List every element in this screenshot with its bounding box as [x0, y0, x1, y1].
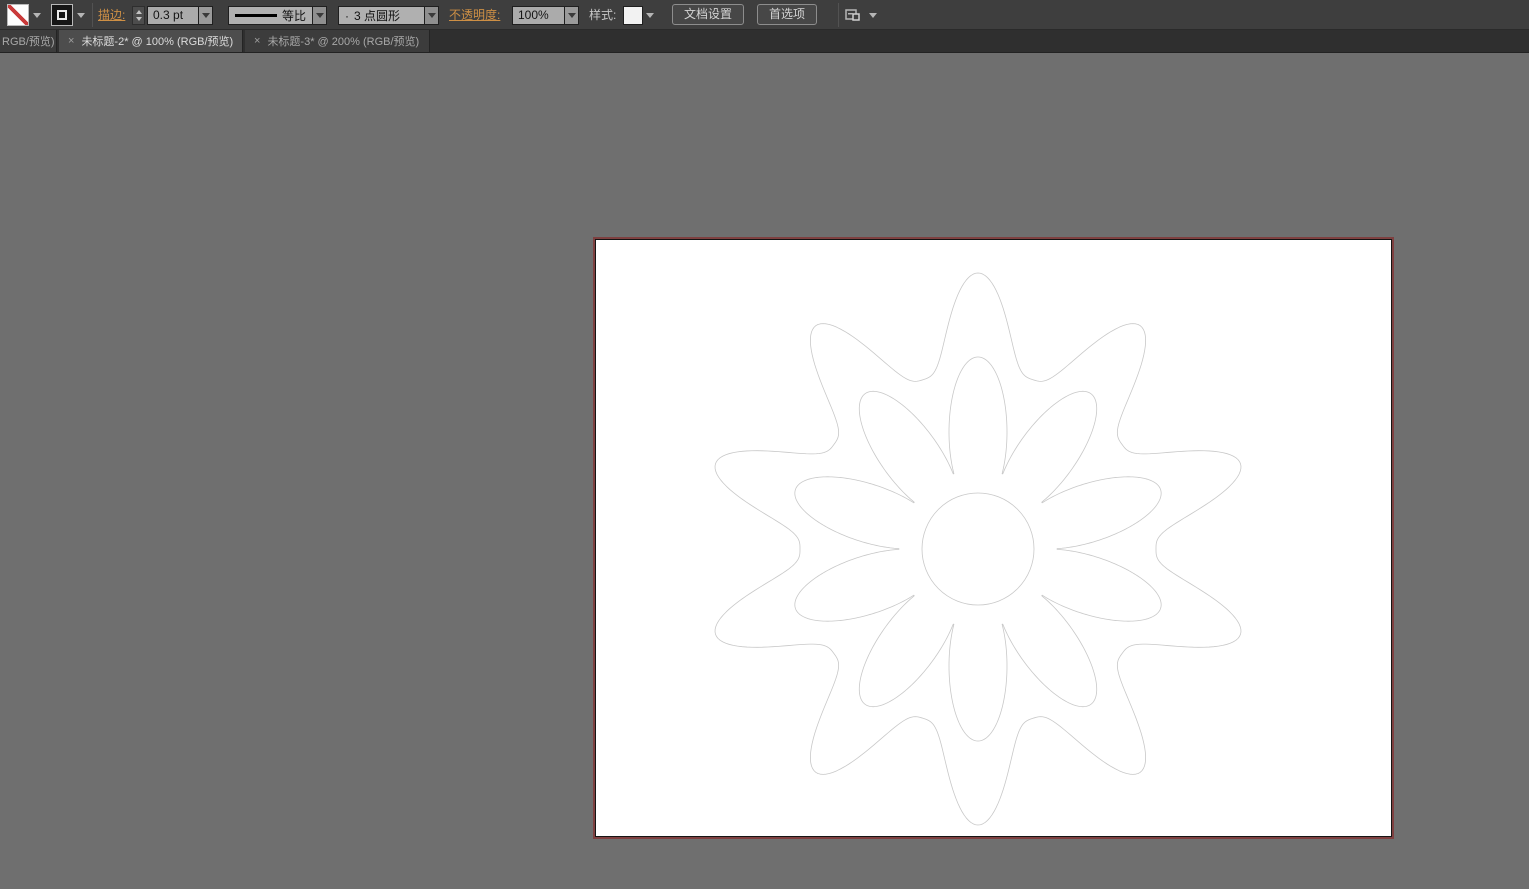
fill-color-swatch-none-icon[interactable]: [7, 4, 29, 26]
document-setup-button[interactable]: 文档设置: [672, 4, 744, 25]
tab-untitled-1-partial[interactable]: RGB/预览): [0, 30, 57, 52]
fill-color-dropdown[interactable]: [30, 4, 43, 26]
preferences-button[interactable]: 首选项: [757, 4, 817, 25]
flower-center-circle: [922, 493, 1034, 605]
stroke-ring-icon: [57, 10, 67, 20]
control-bar: 描边: 0.3 pt 等比 · 3 点圆形 不透明度: 100% 样式:: [0, 0, 1529, 30]
divider: [92, 3, 93, 27]
document-tab-bar: RGB/预览) × 未标题-2* @ 100% (RGB/预览) × 未标题-3…: [0, 30, 1529, 53]
pasteboard[interactable]: [0, 53, 1529, 889]
chevron-down-icon: [33, 13, 41, 18]
stroke-color-dropdown[interactable]: [74, 4, 87, 26]
style-label: 样式:: [589, 0, 616, 30]
tab-close-icon[interactable]: ×: [59, 35, 74, 47]
brush-definition-value: 3 点圆形: [354, 7, 400, 24]
stepper-down-icon[interactable]: [136, 17, 142, 21]
tab-label: RGB/预览): [2, 33, 55, 49]
graphic-style-swatch[interactable]: [623, 6, 643, 25]
tab-label: 未标题-2* @ 100% (RGB/预览): [81, 33, 233, 49]
stroke-panel-link[interactable]: 描边:: [98, 0, 125, 30]
stroke-width-dropdown[interactable]: [199, 6, 213, 25]
stepper-up-icon[interactable]: [136, 10, 142, 14]
opacity-panel-link[interactable]: 不透明度:: [449, 0, 500, 30]
chevron-down-icon: [869, 13, 877, 18]
chevron-down-icon: [646, 13, 654, 18]
opacity-dropdown[interactable]: [565, 6, 579, 25]
divider: [838, 3, 839, 27]
width-profile-dropdown[interactable]: [313, 6, 327, 25]
brush-definition-dropdown[interactable]: [425, 6, 439, 25]
width-profile-select[interactable]: 等比: [228, 6, 313, 25]
illustrator-window: 描边: 0.3 pt 等比 · 3 点圆形 不透明度: 100% 样式:: [0, 0, 1529, 889]
stroke-profile-line-icon: [235, 14, 277, 17]
tab-untitled-3[interactable]: × 未标题-3* @ 200% (RGB/预览): [245, 30, 430, 52]
flower-svg[interactable]: [596, 240, 1391, 836]
opacity-input[interactable]: 100%: [512, 6, 565, 25]
brush-definition-select[interactable]: · 3 点圆形: [338, 6, 425, 25]
chevron-down-icon: [202, 13, 210, 18]
brush-preview-dot: ·: [345, 9, 349, 23]
tab-close-icon[interactable]: ×: [245, 35, 260, 47]
artboard[interactable]: [595, 239, 1392, 837]
panel-options-icon[interactable]: [844, 7, 862, 23]
chevron-down-icon: [428, 13, 436, 18]
chevron-down-icon: [316, 13, 324, 18]
chevron-down-icon: [568, 13, 576, 18]
chevron-down-icon: [77, 13, 85, 18]
stroke-width-input[interactable]: 0.3 pt: [147, 6, 199, 25]
stroke-color-swatch-icon[interactable]: [51, 4, 73, 26]
stroke-width-stepper[interactable]: [132, 6, 145, 25]
width-profile-value: 等比: [282, 7, 306, 24]
panel-options-dropdown[interactable]: [866, 4, 879, 26]
tab-label: 未标题-3* @ 200% (RGB/预览): [267, 33, 419, 49]
tab-untitled-2[interactable]: × 未标题-2* @ 100% (RGB/预览): [59, 30, 243, 52]
graphic-style-dropdown[interactable]: [643, 4, 656, 26]
